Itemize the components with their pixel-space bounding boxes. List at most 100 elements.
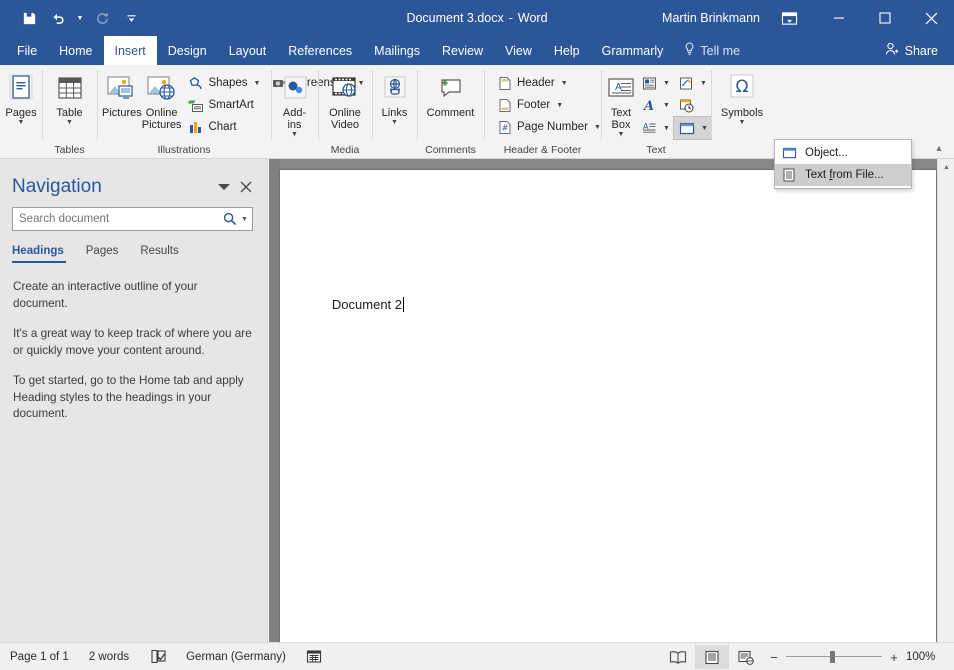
smartart-button[interactable]: SmartArt [183,94,264,116]
zoom-level-label[interactable]: 100% [906,651,944,663]
zoom-in-button[interactable]: + [889,650,899,665]
comment-button[interactable]: Comment [422,69,479,119]
header-caret[interactable]: ▼ [561,80,568,87]
web-layout-icon[interactable] [729,645,763,669]
online-video-button[interactable]: Online Video [323,69,367,131]
zoom-slider-thumb[interactable] [830,651,835,663]
symbols-caret[interactable]: ▼ [739,119,746,127]
links-caret[interactable]: ▼ [391,119,398,127]
footer-label: Footer [517,99,550,111]
search-input[interactable] [19,213,221,225]
close-icon[interactable] [908,0,954,36]
undo-dropdown-caret[interactable]: ▼ [74,5,86,31]
tab-help[interactable]: Help [543,36,591,65]
svg-text:A: A [642,99,654,113]
pictures-button[interactable]: Pictures [102,69,142,119]
customize-qat-icon[interactable] [118,5,144,31]
nav-tab-results[interactable]: Results [140,243,190,263]
search-box[interactable]: ▼ [12,207,253,231]
shapes-caret[interactable]: ▼ [254,80,261,87]
shapes-button[interactable]: Shapes ▼ [183,72,264,94]
navigation-close-icon[interactable] [235,176,257,198]
comment-label: Comment [422,107,479,119]
zoom-out-button[interactable]: − [769,650,779,665]
zoom-slider[interactable] [786,650,882,664]
date-time-button[interactable] [673,94,699,116]
tab-file[interactable]: File [6,36,48,65]
nav-tab-pages[interactable]: Pages [86,243,131,263]
links-label: Links [377,107,412,119]
ribbon-group-label-links [372,142,417,159]
chart-button[interactable]: Chart [183,116,264,138]
menu-item-text-from-file[interactable]: Text from File... [775,164,911,186]
share-button[interactable]: Share [877,36,946,65]
tab-references[interactable]: References [277,36,363,65]
online-pictures-button[interactable]: Online Pictures [142,69,182,131]
tab-layout[interactable]: Layout [218,36,278,65]
object-button[interactable]: ▼ [673,116,712,140]
menu-item-object[interactable]: Object... [775,142,911,164]
undo-icon[interactable] [45,5,71,31]
tab-review[interactable]: Review [431,36,494,65]
footer-caret[interactable]: ▼ [556,102,563,109]
header-button[interactable]: Header ▼ [492,72,605,94]
text-box-caret[interactable]: ▼ [618,131,625,139]
table-button[interactable]: Table ▼ [47,69,92,127]
tab-view[interactable]: View [494,36,543,65]
object-icon [781,145,797,161]
tab-home[interactable]: Home [48,36,103,65]
comment-icon [436,72,466,106]
document-page[interactable]: Document 2 [280,170,936,642]
tab-design[interactable]: Design [157,36,218,65]
nav-tab-headings[interactable]: Headings [12,243,66,263]
ribbon-tabs: File Home Insert Design Layout Reference… [0,36,954,65]
page-number-button[interactable]: # Page Number ▼ [492,116,605,138]
ribbon-group-label-illustrations: Illustrations [97,142,271,159]
read-mode-icon[interactable] [661,645,695,669]
drop-cap-caret[interactable]: ▼ [663,125,673,132]
wordart-button[interactable]: A ▼ [636,94,673,116]
collapse-ribbon-chevron-icon[interactable]: ▲ [930,140,948,156]
quick-parts-button[interactable]: ▼ [636,72,673,94]
addins-caret[interactable]: ▼ [291,131,298,139]
table-caret[interactable]: ▼ [66,119,73,127]
status-word-count[interactable]: 2 words [79,643,139,670]
proofing-errors-icon[interactable] [139,643,176,670]
drop-cap-button[interactable]: A ▼ [636,116,673,140]
online-pictures-icon [146,72,178,106]
tell-me-box[interactable]: Tell me [674,36,750,65]
signature-line-button[interactable]: ▼ [673,72,710,94]
signature-line-caret[interactable]: ▼ [700,80,710,87]
print-layout-icon[interactable] [695,645,729,669]
pages-button[interactable]: Pages ▼ [5,69,37,127]
scroll-up-arrow-icon[interactable]: ▲ [938,159,954,176]
record-macro-icon[interactable] [296,643,332,670]
status-language[interactable]: German (Germany) [176,643,296,670]
page-number-caret[interactable]: ▼ [594,124,601,131]
tab-insert[interactable]: Insert [104,36,157,65]
symbols-button[interactable]: Ω Symbols ▼ [716,69,768,127]
footer-button[interactable]: Footer ▼ [492,94,605,116]
search-options-chevron-down-icon[interactable]: ▼ [239,216,250,223]
navigation-options-chevron-down-icon[interactable] [213,176,235,198]
object-caret[interactable]: ▼ [701,125,711,132]
account-name[interactable]: Martin Brinkmann [662,11,760,25]
ribbon-display-options-icon[interactable] [774,3,804,33]
links-button[interactable]: Links ▼ [377,69,412,127]
vertical-scrollbar[interactable]: ▲ [937,159,954,642]
minimize-icon[interactable] [816,0,862,36]
tab-mailings[interactable]: Mailings [363,36,431,65]
wordart-caret[interactable]: ▼ [663,102,673,109]
tab-grammarly[interactable]: Grammarly [591,36,675,65]
addins-button[interactable]: Add-ins ▼ [276,69,313,139]
search-icon[interactable] [221,212,239,226]
text-box-button[interactable]: A Text Box ▼ [606,69,636,139]
save-icon[interactable] [16,5,42,31]
quick-parts-caret[interactable]: ▼ [663,80,673,87]
smartart-label: SmartArt [208,99,253,111]
pages-caret[interactable]: ▼ [18,119,25,127]
document-body-text[interactable]: Document 2 [303,282,404,327]
status-page-indicator[interactable]: Page 1 of 1 [0,643,79,670]
maximize-icon[interactable] [862,0,908,36]
navigation-pane: Navigation ▼ Headings Pages Results Crea [0,159,268,642]
